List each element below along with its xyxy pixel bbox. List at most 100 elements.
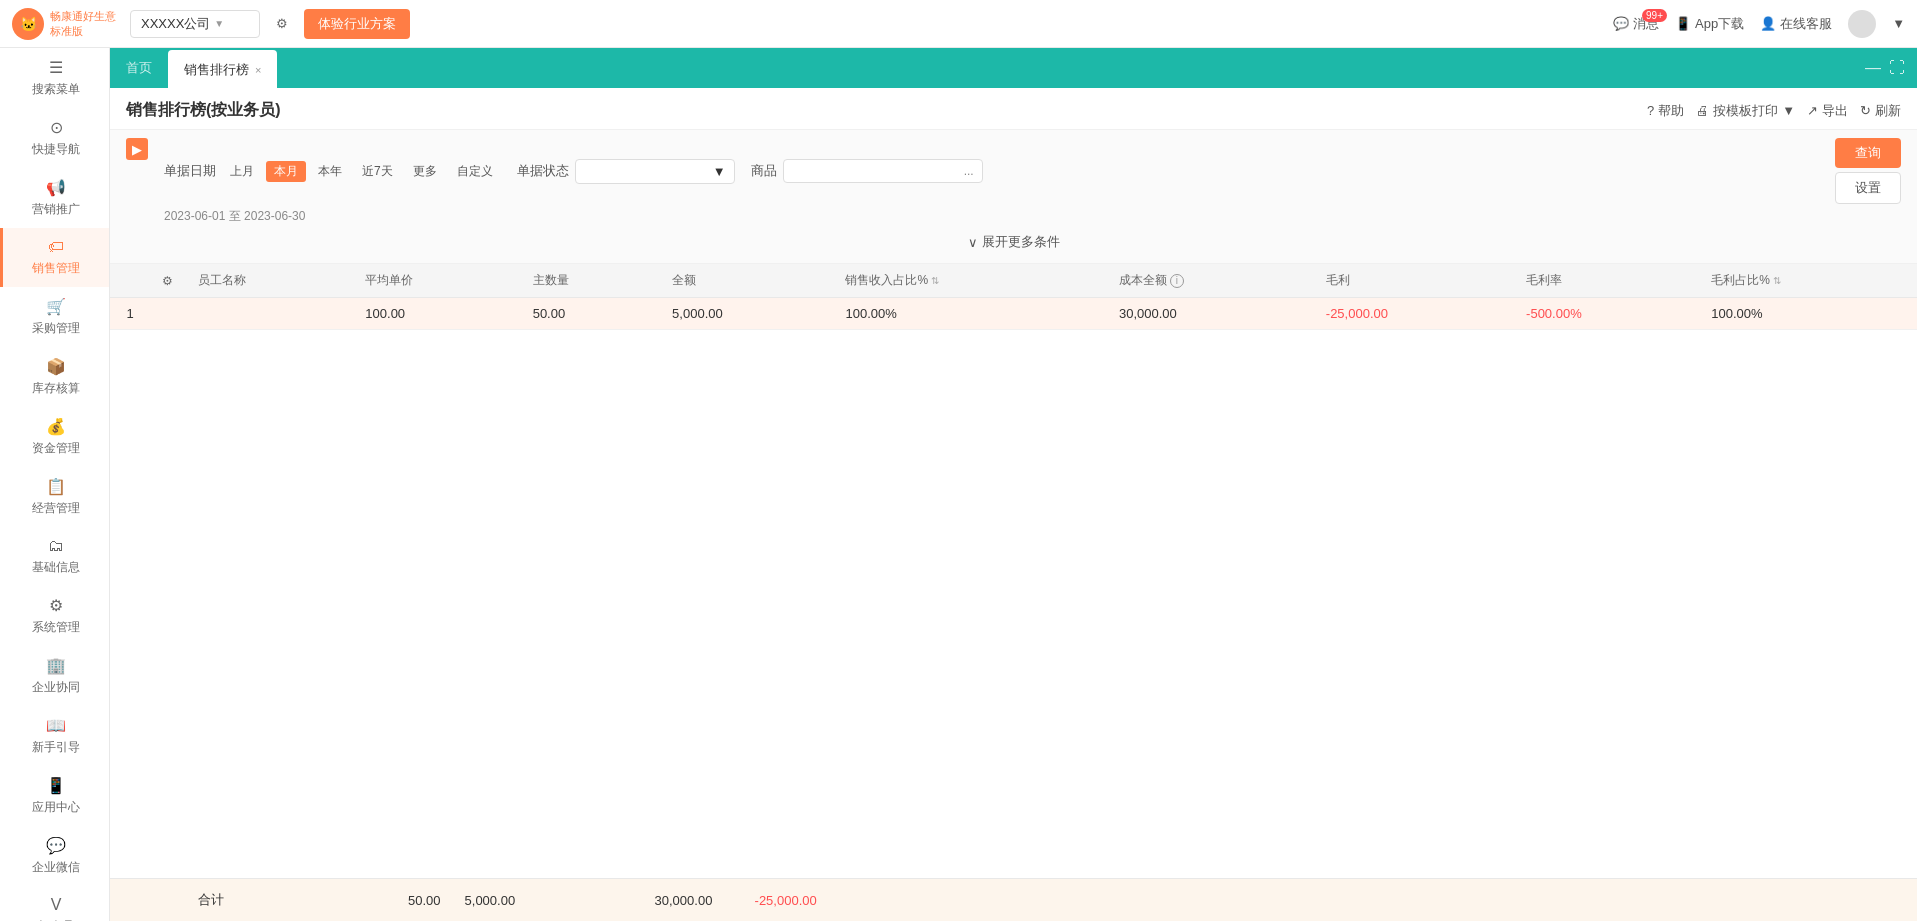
content-area: 首页 销售排行榜 × — ⛶ 销售排行榜(按业务员) ? 帮助 bbox=[110, 48, 1917, 921]
goods-select[interactable]: ... bbox=[783, 159, 983, 183]
guide-icon: 📖 bbox=[46, 716, 66, 735]
filter-area: ▶ 单据日期 上月 本月 本年 近7天 更多 bbox=[110, 130, 1917, 264]
basic-info-icon: 🗂 bbox=[48, 537, 64, 555]
purchase-icon: 🛒 bbox=[46, 297, 66, 316]
print-button[interactable]: 🖨 按模板打印 ▼ bbox=[1696, 102, 1795, 120]
company-selector[interactable]: XXXXX公司 ▼ bbox=[130, 10, 260, 38]
gear-icon[interactable]: ⚙ bbox=[268, 10, 296, 38]
table-header-row: ⚙ 员工名称 平均单价 主数量 全额 销售收入占比% ⇅ bbox=[110, 264, 1917, 298]
col-rank bbox=[110, 264, 150, 298]
page-title: 销售排行榜(按业务员) bbox=[126, 100, 281, 121]
sidebar-item-app-center[interactable]: 📱 应用中心 bbox=[0, 766, 109, 826]
sidebar-item-quick-nav[interactable]: ⊙ 快捷导航 bbox=[0, 108, 109, 168]
status-filter: 单据状态 ▼ bbox=[517, 159, 735, 184]
tab-home[interactable]: 首页 bbox=[110, 48, 168, 88]
col-gross-pct[interactable]: 毛利占比% ⇅ bbox=[1699, 264, 1917, 298]
page-content: 销售排行榜(按业务员) ? 帮助 🖨 按模板打印 ▼ ↗ 导出 bbox=[110, 88, 1917, 921]
sidebar-item-operations[interactable]: 📋 经营管理 bbox=[0, 467, 109, 527]
date-filter: 单据日期 上月 本月 本年 近7天 更多 自定义 bbox=[164, 161, 501, 182]
experience-button[interactable]: 体验行业方案 bbox=[304, 9, 410, 39]
sidebar-item-search-order[interactable]: ☰ 搜索菜单 bbox=[0, 48, 109, 108]
user-name[interactable]: ▼ bbox=[1892, 16, 1905, 31]
sidebar-item-purchase[interactable]: 🛒 采购管理 bbox=[0, 287, 109, 347]
status-filter-label: 单据状态 bbox=[517, 162, 569, 180]
export-icon: ↗ bbox=[1807, 103, 1818, 118]
col-avg-price: 平均单价 bbox=[353, 264, 520, 298]
sidebar-item-enterprise[interactable]: 🏢 企业协同 bbox=[0, 646, 109, 706]
date-tab-more[interactable]: 更多 bbox=[405, 161, 445, 182]
table-footer: 合计 50.00 5,000.00 30,000.00 -25,000.00 bbox=[110, 878, 1917, 921]
goods-filter: 商品 ... bbox=[751, 159, 983, 183]
query-button[interactable]: 查询 bbox=[1835, 138, 1901, 168]
filter-row-2: ∨ 展开更多条件 bbox=[126, 229, 1901, 255]
status-select[interactable]: ▼ bbox=[575, 159, 735, 184]
avatar[interactable] bbox=[1848, 10, 1876, 38]
tab-sales-ranking[interactable]: 销售排行榜 × bbox=[168, 50, 277, 90]
logo-text: 畅康通好生意 标准版 bbox=[50, 9, 116, 38]
topbar: 🐱 畅康通好生意 标准版 XXXXX公司 ▼ ⚙ 体验行业方案 💬 消息 99+… bbox=[0, 0, 1917, 48]
logo-icon: 🐱 bbox=[12, 8, 44, 40]
total-cost: 30,000.00 bbox=[643, 887, 743, 914]
print-icon: 🖨 bbox=[1696, 103, 1709, 118]
sidebar-item-wechat[interactable]: 💬 企业微信 bbox=[0, 826, 109, 886]
tab-close-icon[interactable]: × bbox=[255, 64, 261, 76]
window-maximize-icon[interactable]: ⛶ bbox=[1889, 59, 1905, 77]
sidebar-item-inventory[interactable]: 📦 库存核算 bbox=[0, 347, 109, 407]
data-table: ⚙ 员工名称 平均单价 主数量 全额 销售收入占比% ⇅ bbox=[110, 264, 1917, 330]
help-button[interactable]: ? 帮助 bbox=[1647, 102, 1684, 120]
sidebar-item-sales[interactable]: 🏷 销售管理 bbox=[0, 228, 109, 287]
search-order-icon: ☰ bbox=[49, 58, 63, 77]
enterprise-icon: 🏢 bbox=[46, 656, 66, 675]
marketing-icon: 📢 bbox=[46, 178, 66, 197]
tab-bar: 首页 销售排行榜 × — ⛶ bbox=[110, 48, 1917, 88]
online-service-button[interactable]: 👤 在线客服 bbox=[1760, 15, 1832, 33]
operations-icon: 📋 bbox=[46, 477, 66, 496]
expand-icon: ∨ bbox=[968, 235, 978, 250]
refresh-button[interactable]: ↻ 刷新 bbox=[1860, 102, 1901, 120]
date-tab-prev-month[interactable]: 上月 bbox=[222, 161, 262, 182]
sidebar-item-system[interactable]: ⚙ 系统管理 bbox=[0, 586, 109, 646]
date-filter-label: 单据日期 bbox=[164, 162, 216, 180]
date-tab-this-year[interactable]: 本年 bbox=[310, 161, 350, 182]
total-quantity: 50.00 bbox=[396, 887, 453, 914]
sidebar-item-marketing[interactable]: 📢 营销推广 bbox=[0, 168, 109, 228]
export-button[interactable]: ↗ 导出 bbox=[1807, 102, 1848, 120]
date-tab-custom[interactable]: 自定义 bbox=[449, 161, 501, 182]
table-area: ⚙ 员工名称 平均单价 主数量 全额 销售收入占比% ⇅ bbox=[110, 264, 1917, 878]
message-button[interactable]: 💬 消息 99+ bbox=[1613, 15, 1659, 33]
sidebar-item-member[interactable]: V 畅会员 bbox=[0, 886, 109, 921]
refresh-icon: ↻ bbox=[1860, 103, 1871, 118]
wechat-icon: 💬 bbox=[46, 836, 66, 855]
date-range-display: 2023-06-01 至 2023-06-30 bbox=[164, 208, 1901, 225]
setting-button[interactable]: 设置 bbox=[1835, 172, 1901, 204]
table-row[interactable]: 1100.0050.005,000.00100.00%30,000.00-25,… bbox=[110, 298, 1917, 330]
date-tab-current-month[interactable]: 本月 bbox=[266, 161, 306, 182]
sort-icon-sales-pct[interactable]: ⇅ bbox=[931, 275, 939, 286]
member-icon: V bbox=[51, 896, 62, 914]
expand-filter-button[interactable]: ∨ 展开更多条件 bbox=[960, 229, 1068, 255]
col-gross-rate: 毛利率 bbox=[1514, 264, 1699, 298]
sidebar-item-finance[interactable]: 💰 资金管理 bbox=[0, 407, 109, 467]
topbar-right: 💬 消息 99+ 📱 App下载 👤 在线客服 ▼ bbox=[1613, 10, 1905, 38]
date-tab-last-7days[interactable]: 近7天 bbox=[354, 161, 401, 182]
filter-toggle-button[interactable]: ▶ bbox=[126, 138, 148, 160]
system-icon: ⚙ bbox=[49, 596, 63, 615]
app-download-button[interactable]: 📱 App下载 bbox=[1675, 15, 1744, 33]
cost-info-icon[interactable]: i bbox=[1170, 274, 1184, 288]
goods-filter-label: 商品 bbox=[751, 162, 777, 180]
page-header: 销售排行榜(按业务员) ? 帮助 🖨 按模板打印 ▼ ↗ 导出 bbox=[110, 88, 1917, 130]
inventory-icon: 📦 bbox=[46, 357, 66, 376]
help-icon: ? bbox=[1647, 103, 1654, 118]
col-amount: 全额 bbox=[660, 264, 833, 298]
total-sales-pct bbox=[543, 894, 643, 906]
sidebar-item-basic-info[interactable]: 🗂 基础信息 bbox=[0, 527, 109, 586]
goods-more-link[interactable]: ... bbox=[964, 164, 974, 178]
logo-area: 🐱 畅康通好生意 标准版 bbox=[12, 8, 122, 40]
table-body: 1100.0050.005,000.00100.00%30,000.00-25,… bbox=[110, 298, 1917, 330]
sidebar-item-guide[interactable]: 📖 新手引导 bbox=[0, 706, 109, 766]
sort-icon-gross-pct[interactable]: ⇅ bbox=[1773, 275, 1781, 286]
col-settings[interactable]: ⚙ bbox=[150, 264, 186, 298]
window-minimize-icon[interactable]: — bbox=[1865, 59, 1881, 77]
page-header-actions: ? 帮助 🖨 按模板打印 ▼ ↗ 导出 ↻ 刷新 bbox=[1647, 102, 1901, 120]
col-sales-pct[interactable]: 销售收入占比% ⇅ bbox=[833, 264, 1106, 298]
